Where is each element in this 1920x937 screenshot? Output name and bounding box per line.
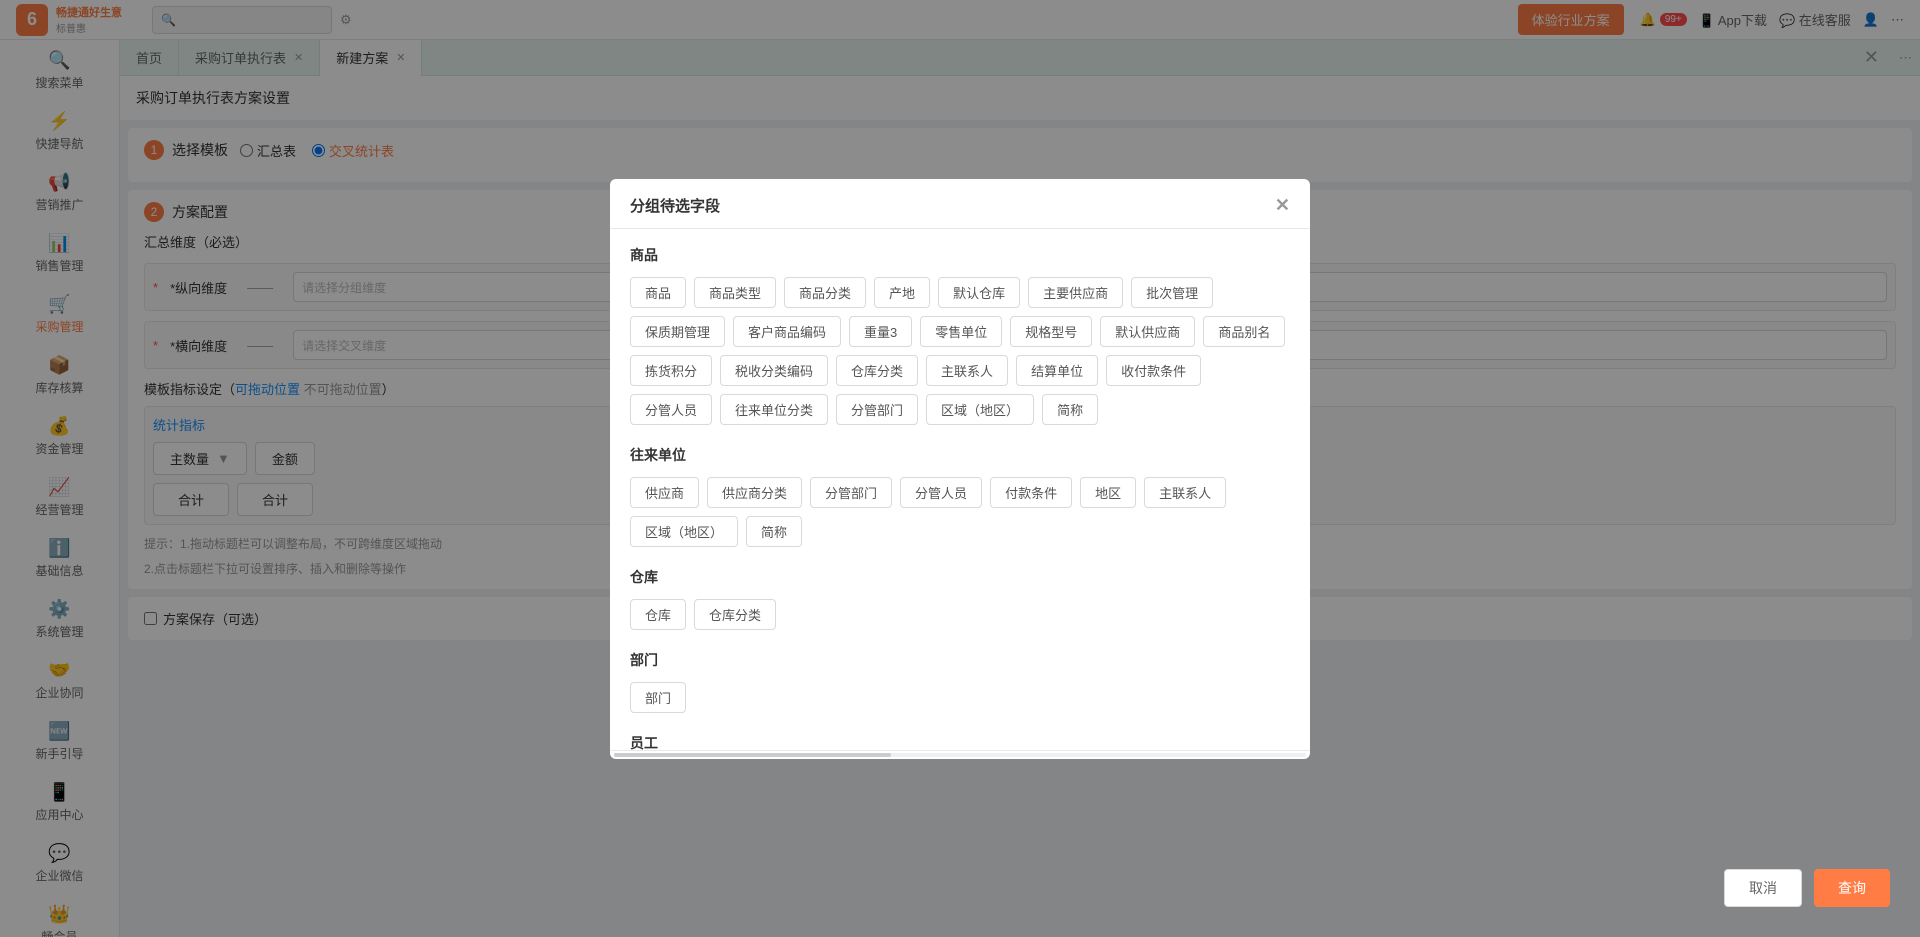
field-tag-settlement-unit[interactable]: 结算单位 <box>1016 355 1098 386</box>
modal-dialog: 分组待选字段 ✕ 商品 商品 商品类型 商品分类 产地 默认仓库 主要供应商 批… <box>610 179 1310 759</box>
section-partner-tags: 供应商 供应商分类 分管部门 分管人员 付款条件 地区 主联系人 区域（地区） … <box>630 477 1290 547</box>
field-tag-pick-points[interactable]: 拣货积分 <box>630 355 712 386</box>
field-tag-customer-code[interactable]: 客户商品编码 <box>733 316 841 347</box>
section-goods-tags: 商品 商品类型 商品分类 产地 默认仓库 主要供应商 批次管理 保质期管理 客户… <box>630 277 1290 425</box>
cancel-button[interactable]: 取消 <box>1724 869 1802 907</box>
modal-close-btn[interactable]: ✕ <box>1275 195 1290 216</box>
field-tag-department[interactable]: 部门 <box>630 682 686 713</box>
field-tag-main-supplier[interactable]: 主要供应商 <box>1028 277 1123 308</box>
field-tag-default-warehouse[interactable]: 默认仓库 <box>938 277 1020 308</box>
field-tag-region-partner[interactable]: 区域（地区） <box>630 516 738 547</box>
section-employee: 员工 业务员 <box>630 733 1290 750</box>
modal-footer: 取消 查询 <box>1724 869 1890 907</box>
field-tag-supplier-category[interactable]: 供应商分类 <box>707 477 802 508</box>
section-warehouse-tags: 仓库 仓库分类 <box>630 599 1290 630</box>
field-tag-weight3[interactable]: 重量3 <box>849 316 912 347</box>
section-dept-tags: 部门 <box>630 682 1290 713</box>
modal-hscroll[interactable] <box>610 750 1310 759</box>
modal-body[interactable]: 商品 商品 商品类型 商品分类 产地 默认仓库 主要供应商 批次管理 保质期管理… <box>610 229 1310 750</box>
section-goods: 商品 商品 商品类型 商品分类 产地 默认仓库 主要供应商 批次管理 保质期管理… <box>630 245 1290 425</box>
section-goods-title: 商品 <box>630 245 1290 265</box>
field-tag-warehouse[interactable]: 仓库 <box>630 599 686 630</box>
section-employee-title: 员工 <box>630 733 1290 750</box>
field-tag-tax-code[interactable]: 税收分类编码 <box>720 355 828 386</box>
section-partner: 往来单位 供应商 供应商分类 分管部门 分管人员 付款条件 地区 主联系人 区域… <box>630 445 1290 547</box>
section-warehouse: 仓库 仓库 仓库分类 <box>630 567 1290 630</box>
confirm-button[interactable]: 查询 <box>1814 869 1890 907</box>
field-tag-batch-mgmt[interactable]: 批次管理 <box>1131 277 1213 308</box>
field-tag-goods[interactable]: 商品 <box>630 277 686 308</box>
field-tag-origin[interactable]: 产地 <box>874 277 930 308</box>
field-tag-default-supplier[interactable]: 默认供应商 <box>1100 316 1195 347</box>
field-tag-expiry-mgmt[interactable]: 保质期管理 <box>630 316 725 347</box>
modal-title: 分组待选字段 <box>630 195 720 216</box>
field-tag-spec-model[interactable]: 规格型号 <box>1010 316 1092 347</box>
field-tag-warehouse-category[interactable]: 仓库分类 <box>836 355 918 386</box>
field-tag-region-goods[interactable]: 区域（地区） <box>926 394 1034 425</box>
section-partner-title: 往来单位 <box>630 445 1290 465</box>
field-tag-district[interactable]: 地区 <box>1080 477 1136 508</box>
field-tag-dept[interactable]: 分管部门 <box>836 394 918 425</box>
section-warehouse-title: 仓库 <box>630 567 1290 587</box>
field-tag-goods-category[interactable]: 商品分类 <box>784 277 866 308</box>
modal-overlay: 分组待选字段 ✕ 商品 商品 商品类型 商品分类 产地 默认仓库 主要供应商 批… <box>0 0 1920 937</box>
field-tag-retail-unit[interactable]: 零售单位 <box>920 316 1002 347</box>
field-tag-goods-type[interactable]: 商品类型 <box>694 277 776 308</box>
field-tag-partner-category[interactable]: 往来单位分类 <box>720 394 828 425</box>
field-tag-manager[interactable]: 分管人员 <box>630 394 712 425</box>
field-tag-abbr-partner[interactable]: 简称 <box>746 516 802 547</box>
field-tag-dept-partner[interactable]: 分管部门 <box>810 477 892 508</box>
field-tag-payment-terms[interactable]: 收付款条件 <box>1106 355 1201 386</box>
field-tag-payment-cond[interactable]: 付款条件 <box>990 477 1072 508</box>
field-tag-person-partner[interactable]: 分管人员 <box>900 477 982 508</box>
field-tag-abbr-goods[interactable]: 简称 <box>1042 394 1098 425</box>
field-tag-main-contact-partner[interactable]: 主联系人 <box>1144 477 1226 508</box>
field-tag-supplier[interactable]: 供应商 <box>630 477 699 508</box>
field-tag-warehouse-cat[interactable]: 仓库分类 <box>694 599 776 630</box>
field-tag-goods-alias[interactable]: 商品别名 <box>1203 316 1285 347</box>
field-tag-main-contact[interactable]: 主联系人 <box>926 355 1008 386</box>
section-dept-title: 部门 <box>630 650 1290 670</box>
modal-header: 分组待选字段 ✕ <box>610 179 1310 229</box>
section-dept: 部门 部门 <box>630 650 1290 713</box>
